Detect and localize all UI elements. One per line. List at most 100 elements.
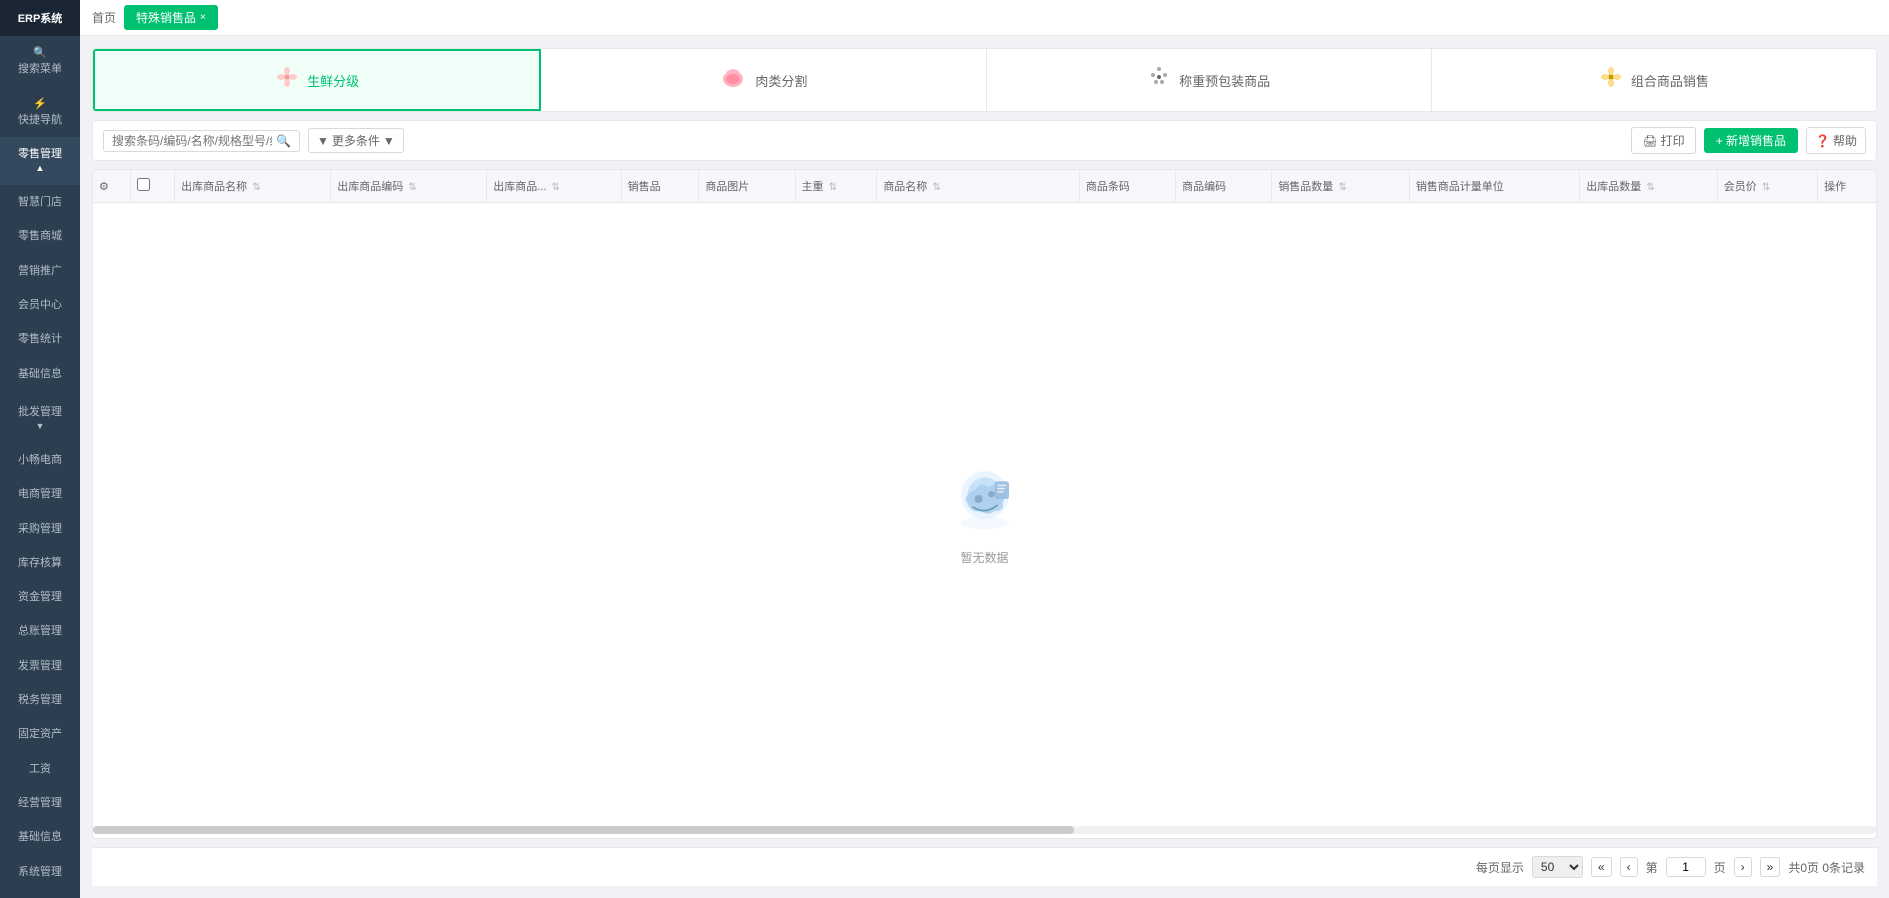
active-tab[interactable]: 特殊销售品 × [124, 5, 218, 30]
first-page-button[interactable]: « [1591, 857, 1612, 877]
col-sales-unit[interactable]: 销售商品计量单位 [1409, 170, 1579, 203]
sidebar-item-quick-nav[interactable]: ⚡ 快捷导航 [0, 87, 80, 138]
subtab-meat-cut[interactable]: 肉类分割 [541, 49, 986, 111]
sidebar-item-general-ledger[interactable]: 总账管理 [0, 614, 80, 648]
mini-app-label: 小畅电商 [18, 453, 62, 467]
scrollbar-thumb[interactable] [93, 826, 1074, 834]
sidebar-item-retail-stats[interactable]: 零售统计 [0, 322, 80, 356]
subtab-fresh-grade[interactable]: 生鲜分级 [93, 49, 541, 111]
subtab-combo-sales[interactable]: 组合商品销售 [1432, 49, 1876, 111]
sort-icon: ⇅ [1646, 182, 1654, 193]
quick-nav-icon: ⚡ [33, 97, 47, 111]
sidebar-item-retail-manage[interactable]: 零售管理 ▲ [0, 137, 80, 185]
col-checkbox[interactable] [131, 170, 175, 203]
topbar: 首页 特殊销售品 × [80, 0, 1889, 36]
sidebar-item-basic-info2[interactable]: 基础信息 [0, 820, 80, 854]
last-page-button[interactable]: » [1760, 857, 1781, 877]
subtab-weigh-prepack[interactable]: 称重预包装商品 [987, 49, 1432, 111]
filter-button[interactable]: ▼ 更多条件 ▼ [308, 128, 404, 153]
horizontal-scrollbar[interactable] [93, 826, 1876, 834]
col-product-barcode[interactable]: 商品条码 [1079, 170, 1175, 203]
sidebar-item-search-menu[interactable]: 🔍 搜索菜单 [0, 36, 80, 87]
sort-icon: ⇅ [829, 182, 837, 193]
sidebar-item-wholesale-manage[interactable]: 批发管理 ▼ [0, 395, 80, 443]
weigh-prepack-label: 称重预包装商品 [1179, 71, 1270, 90]
col-operation: 操作 [1818, 170, 1876, 203]
invoice-manage-label: 发票管理 [18, 659, 62, 673]
col-main-weight[interactable]: 主重 ⇅ [795, 170, 877, 203]
col-product-code[interactable]: 商品编码 [1176, 170, 1272, 203]
sidebar-item-tax-manage[interactable]: 税务管理 [0, 683, 80, 717]
active-tab-label: 特殊销售品 [136, 9, 196, 26]
combo-sales-label: 组合商品销售 [1631, 71, 1709, 90]
ecommerce-manage-label: 电商管理 [18, 487, 62, 501]
select-all-checkbox[interactable] [137, 178, 150, 191]
sidebar-item-system-manage[interactable]: 系统管理 [0, 855, 80, 889]
sidebar-item-basic-info[interactable]: 基础信息 [0, 357, 80, 391]
sort-icon: ⇅ [1338, 182, 1346, 193]
weigh-prepack-icon [1147, 65, 1171, 95]
search-input[interactable] [112, 134, 272, 148]
sort-icon: ⇅ [1762, 182, 1770, 193]
add-label: + 新增销售品 [1716, 132, 1786, 149]
sidebar-item-mini-app[interactable]: 小畅电商 [0, 443, 80, 477]
help-button[interactable]: ❓ 帮助 [1806, 127, 1866, 154]
sidebar-item-inventory[interactable]: 库存核算 [0, 546, 80, 580]
sidebar-item-purchase-manage[interactable]: 采购管理 [0, 512, 80, 546]
sidebar: ERP系统 🔍 搜索菜单 ⚡ 快捷导航 零售管理 ▲ 智慧门店 零售商城 营销推… [0, 0, 80, 898]
sort-icon: ⇅ [408, 182, 416, 193]
col-member-price[interactable]: 会员价 ⇅ [1717, 170, 1817, 203]
prev-page-button[interactable]: ‹ [1620, 857, 1638, 877]
total-info: 共0页 0条记录 [1788, 859, 1865, 876]
col-out-product-name[interactable]: 出库商品名称 ⇅ [175, 170, 331, 203]
toolbar-right: 🖨 打印 + 新增销售品 ❓ 帮助 [1631, 127, 1866, 154]
add-button[interactable]: + 新增销售品 [1704, 128, 1798, 153]
sidebar-item-retail-mall[interactable]: 零售商城 [0, 219, 80, 253]
page-label-prefix: 第 [1646, 859, 1658, 876]
sidebar-item-sales-promo[interactable]: 营销推广 [0, 254, 80, 288]
col-out-product-spec[interactable]: 出库商品... ⇅ [487, 170, 621, 203]
col-out-qty[interactable]: 出库品数量 ⇅ [1580, 170, 1718, 203]
col-sales-product[interactable]: 销售品 [621, 170, 699, 203]
meat-cut-icon [719, 65, 747, 95]
sidebar-item-enterprise-agreement[interactable]: 企业协同 [0, 889, 80, 898]
fresh-grade-label: 生鲜分级 [307, 71, 359, 90]
toolbar: 🔍 ▼ 更多条件 ▼ 🖨 打印 + 新增销售品 ❓ 帮助 [92, 120, 1877, 161]
sort-icon: ⇅ [932, 182, 940, 193]
meat-cut-label: 肉类分割 [755, 71, 807, 90]
basic-info2-label: 基础信息 [18, 830, 62, 844]
print-icon: 🖨 [1642, 134, 1657, 148]
pagination: 每页显示 10 20 50 100 « ‹ 第 页 › » 共0页 0条记录 [92, 847, 1877, 886]
empty-state-text: 暂无数据 [960, 549, 1008, 566]
page-input[interactable] [1666, 857, 1706, 877]
tab-close-button[interactable]: × [200, 12, 206, 23]
next-page-button[interactable]: › [1734, 857, 1752, 877]
per-page-select[interactable]: 10 20 50 100 [1532, 856, 1583, 878]
sidebar-item-fixed-assets[interactable]: 固定资产 [0, 717, 80, 751]
sidebar-item-business-manage[interactable]: 经营管理 [0, 786, 80, 820]
col-product-name[interactable]: 商品名称 ⇅ [877, 170, 1080, 203]
sidebar-item-payroll[interactable]: 工资 [0, 752, 80, 786]
sidebar-item-member-center[interactable]: 会员中心 [0, 288, 80, 322]
sidebar-item-smart-store[interactable]: 智慧门店 [0, 185, 80, 219]
retail-stats-label: 零售统计 [18, 332, 62, 346]
business-manage-label: 经营管理 [18, 796, 62, 810]
basic-info-label: 基础信息 [18, 367, 62, 381]
sidebar-item-label: 快捷导航 [18, 113, 62, 127]
col-settings[interactable]: ⚙ [93, 170, 131, 203]
sidebar-item-invoice-manage[interactable]: 发票管理 [0, 649, 80, 683]
content-area: 生鲜分级 肉类分割 [80, 36, 1889, 898]
expand-arrow-icon: ▲ [36, 163, 45, 175]
sidebar-item-ecommerce-manage[interactable]: 电商管理 [0, 477, 80, 511]
print-button[interactable]: 🖨 打印 [1631, 127, 1695, 154]
per-page-label: 每页显示 [1476, 859, 1524, 876]
search-box[interactable]: 🔍 [103, 130, 300, 152]
col-sales-qty[interactable]: 销售品数量 ⇅ [1272, 170, 1410, 203]
data-table: ⚙ 出库商品名称 ⇅ 出库商品编码 ⇅ [93, 170, 1876, 203]
col-out-product-code[interactable]: 出库商品编码 ⇅ [331, 170, 487, 203]
fixed-assets-label: 固定资产 [18, 727, 62, 741]
col-product-image[interactable]: 商品图片 [699, 170, 795, 203]
sidebar-item-finance[interactable]: 资金管理 [0, 580, 80, 614]
home-link[interactable]: 首页 [92, 9, 116, 26]
subtabs-container: 生鲜分级 肉类分割 [92, 48, 1877, 112]
